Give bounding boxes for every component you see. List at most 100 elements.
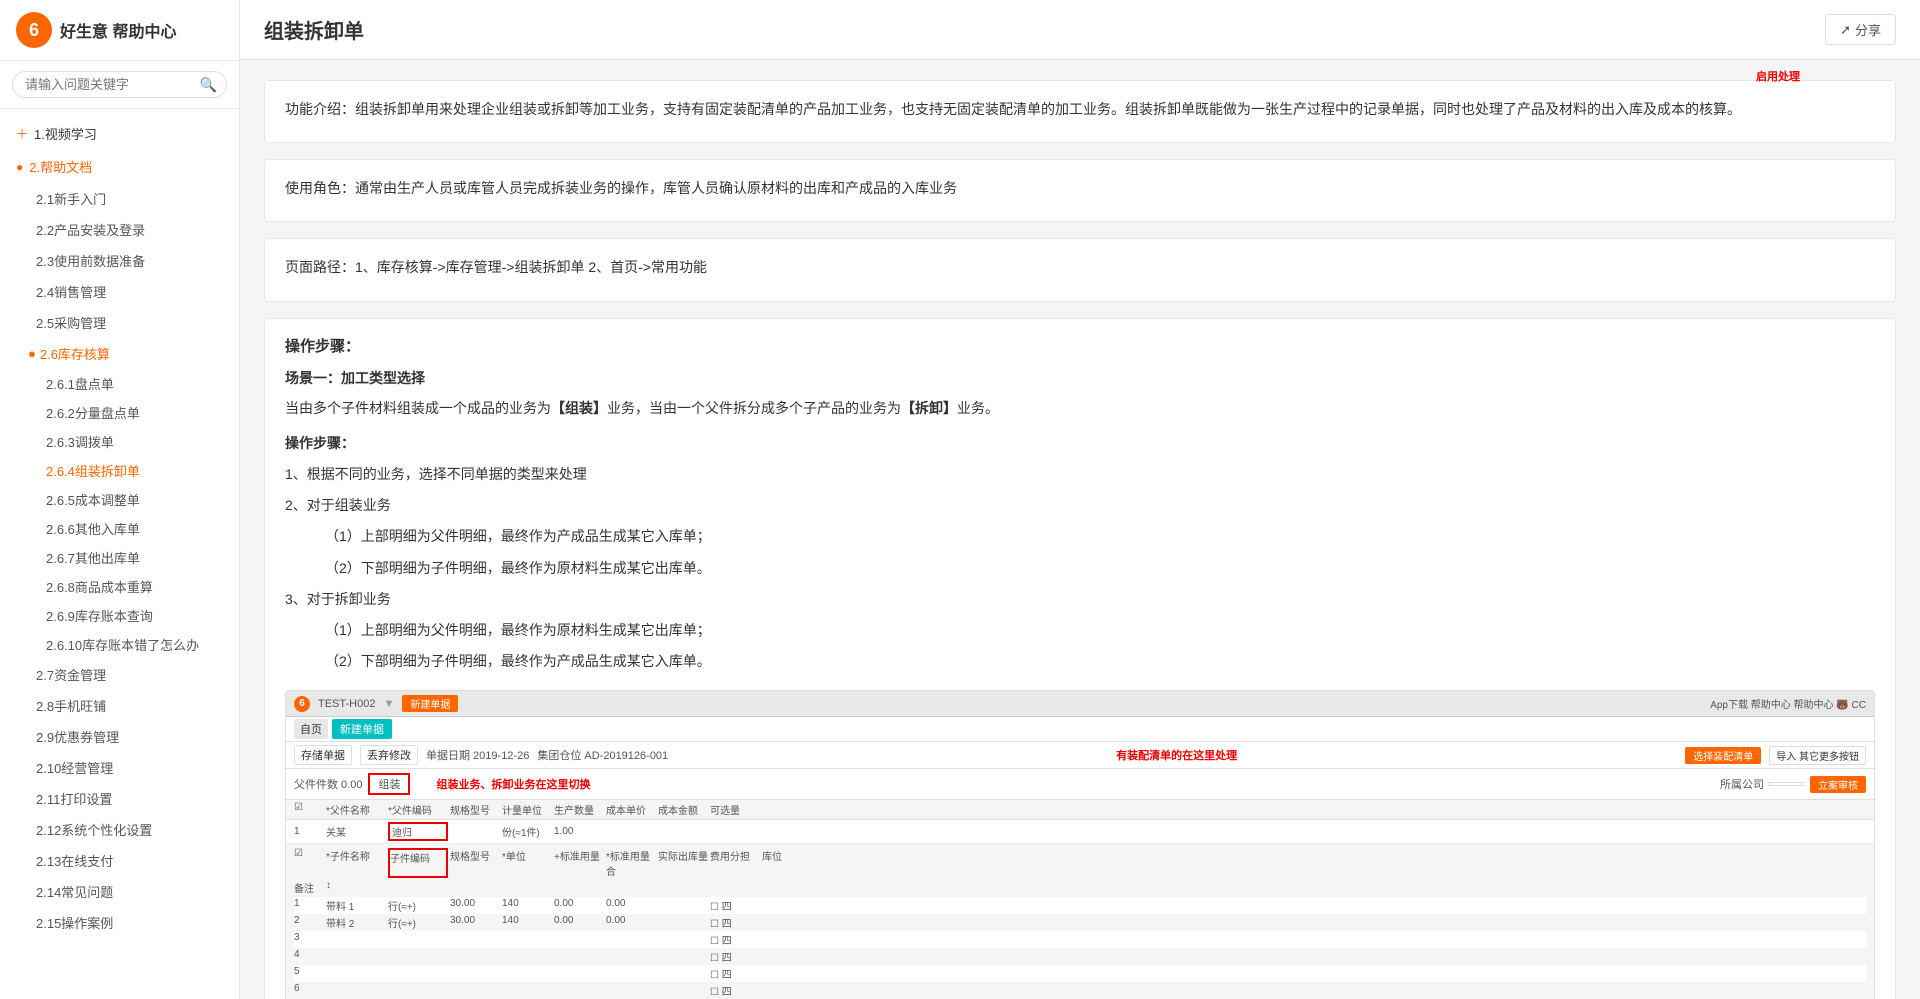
search-input[interactable] <box>12 71 227 98</box>
mock-toolbar-row: 存储单据 丢弃修改 单据日期 2019-12-26 集团仓位 AD-201912… <box>286 742 1874 769</box>
share-button[interactable]: ➚ 分享 <box>1825 14 1896 45</box>
mock-header-red: 子件编码 <box>388 848 448 878</box>
search-area: 🔍 <box>0 61 239 109</box>
sidebar-item-2-6-5[interactable]: 2.6.5成本调整单 <box>0 485 239 514</box>
intro-text-3: 页面路径：1、库存核算->库存管理->组装拆卸单 2、首页->常用功能 <box>285 255 1875 280</box>
sidebar-item-2-6-2[interactable]: 2.6.2分量盘点单 <box>0 398 239 427</box>
main-content: 功能介绍：组装拆卸单用来处理企业组装或拆卸等加工业务，支持有固定装配清单的产品加… <box>240 60 1920 999</box>
mock-lower-row-4: 4 ☐ 四 <box>294 948 1866 965</box>
sidebar-item-2-6-9[interactable]: 2.6.9库存账本查询 <box>0 601 239 630</box>
sidebar-item-2-6-7[interactable]: 2.6.7其他出库单 <box>0 543 239 572</box>
nav-group-1-label: 1.视频学习 <box>34 124 97 143</box>
mock-btn-save: 存储单据 <box>294 745 352 765</box>
steps-title: 操作步骤： <box>285 431 1875 456</box>
mock-top-nav: 自页 新建单据 <box>286 717 1874 742</box>
sidebar-item-2-13[interactable]: 2.13在线支付 <box>0 845 239 876</box>
logo-text: 好生意 帮助中心 <box>60 18 176 42</box>
page-title: 组装拆卸单 <box>264 15 364 44</box>
step-2-1: （1）上部明细为父件明细，最终作为产成品生成某它入库单； <box>285 524 1875 549</box>
sidebar-item-2-14[interactable]: 2.14常见问题 <box>0 876 239 907</box>
mock-annot-2: 组装业务、拆卸业务在这里切换 <box>436 776 590 792</box>
sidebar-item-1[interactable]: ＋ 1.视频学习 <box>0 117 239 150</box>
mock-field-date: 单据日期 2019-12-26 <box>426 747 529 763</box>
mock-type-row: 父件件数 0.00 组装 组装业务、拆卸业务在这里切换 所属公司 立案审核 <box>286 769 1874 800</box>
mock-lower-header: ☑ *子件名称 子件编码 规格型号 *单位 +标准用量 *标准用量合 实际出库量… <box>294 846 1866 897</box>
step-1: 1、根据不同的业务，选择不同单据的类型来处理 <box>285 462 1875 487</box>
nav-sub-group-2-6: ● 2.6库存核算 2.6.1盘点单 2.6.2分量盘点单 2.6.3调拨单 2… <box>0 338 239 659</box>
main-area: 组装拆卸单 ➚ 分享 功能介绍：组装拆卸单用来处理企业组装或拆卸等加工业务，支持… <box>240 0 1920 999</box>
sidebar-nav: ＋ 1.视频学习 ● 2.帮助文档 2.1新手入门 2.2产品安装及登录 2.3… <box>0 109 239 999</box>
mock-annot-1: 有装配清单的在这里处理 <box>676 747 1677 763</box>
sidebar-item-2-6[interactable]: ● 2.6库存核算 <box>0 338 239 369</box>
logo-icon: 6 <box>16 12 52 48</box>
mock-lower-row-6: 6 ☐ 四 <box>294 982 1866 999</box>
sidebar-item-2-6-8[interactable]: 2.6.8商品成本重算 <box>0 572 239 601</box>
mock-lower-row-1: 1 带料 1 行(≈+) 30.00 140 0.00 0.00 ☐ 四 <box>294 897 1866 914</box>
mock-lower-section: ☑ *子件名称 子件编码 规格型号 *单位 +标准用量 *标准用量合 实际出库量… <box>286 844 1874 999</box>
sidebar-item-2[interactable]: ● 2.帮助文档 <box>0 150 239 183</box>
mock-dept-input <box>1768 782 1804 786</box>
minus-icon-2: ● <box>16 160 23 174</box>
sidebar-item-2-6-1[interactable]: 2.6.1盘点单 <box>0 369 239 398</box>
logo-area: 6 好生意 帮助中心 <box>0 0 239 61</box>
mock-new-doc-btn: 新建单据 <box>402 695 458 712</box>
sidebar-item-2-10[interactable]: 2.10经营管理 <box>0 752 239 783</box>
mock-nav-home: 自页 <box>294 719 328 739</box>
main-header: 组装拆卸单 ➚ 分享 <box>240 0 1920 60</box>
sidebar-item-2-4[interactable]: 2.4销售管理 <box>0 276 239 307</box>
mock-btn-more: 导入 其它更多按钮 <box>1769 746 1866 765</box>
sidebar-item-2-6-10[interactable]: 2.6.10库存账本错了怎么办 <box>0 630 239 659</box>
mock-product-code: 迪归 <box>388 822 448 841</box>
screenshot-container: 6 TEST-H002 ▼ 新建单据 App下载 帮助中心 帮助中心 🐻 CC … <box>285 690 1875 999</box>
mock-app-icons: App下载 帮助中心 帮助中心 🐻 CC <box>1710 696 1866 711</box>
step-3-1: （1）上部明细为父件明细，最终作为原材料生成某它出库单； <box>285 618 1875 643</box>
mock-btn-confirm: 立案审核 <box>1810 776 1866 793</box>
search-icon[interactable]: 🔍 <box>200 76 217 93</box>
mock-label-count: 父件件数 0.00 <box>294 776 362 792</box>
intro-block-3: 页面路径：1、库存核算->库存管理->组装拆卸单 2、首页->常用功能 <box>264 238 1896 301</box>
sidebar-item-2-8[interactable]: 2.8手机旺铺 <box>0 690 239 721</box>
mock-upper-table-row: 1 关某 迪归 份(≈1件) 1.00 <box>286 820 1874 844</box>
mock-btn-billing: 选择装配清单 <box>1685 747 1761 764</box>
minus-icon-2-6: ● <box>28 346 36 361</box>
sidebar-item-2-9[interactable]: 2.9优惠券管理 <box>0 721 239 752</box>
step-2-2: （2）下部明细为子件明细，最终作为原材料生成某它出库单。 <box>285 556 1875 581</box>
sidebar-item-2-15[interactable]: 2.15操作案例 <box>0 907 239 938</box>
mock-separator: ▼ <box>383 698 394 710</box>
sidebar-item-2-7[interactable]: 2.7资金管理 <box>0 659 239 690</box>
step-3-2: （2）下部明细为子件明细，最终作为产成品生成某它入库单。 <box>285 649 1875 674</box>
share-icon: ➚ <box>1840 22 1851 38</box>
intro-block-2: 使用角色：通常由生产人员或库管人员完成拆装业务的操作，库管人员确认原材料的出库和… <box>264 159 1896 222</box>
nav-group-2-label: 2.帮助文档 <box>29 157 92 176</box>
mock-lower-row-3: 3 ☐ 四 <box>294 931 1866 948</box>
mock-appid: TEST-H002 <box>318 698 375 710</box>
mock-dept-label: 所属公司 <box>1720 776 1764 792</box>
mock-btn-cancel: 丢弃修改 <box>360 745 418 765</box>
mock-lower-row-5: 5 ☐ 四 <box>294 965 1866 982</box>
sidebar-item-2-1[interactable]: 2.1新手入门 <box>0 183 239 214</box>
sidebar-item-2-3[interactable]: 2.3使用前数据准备 <box>0 245 239 276</box>
share-label: 分享 <box>1855 20 1881 39</box>
sidebar-item-2-2[interactable]: 2.2产品安装及登录 <box>0 214 239 245</box>
nav-sub-sub-2-6: 2.6.1盘点单 2.6.2分量盘点单 2.6.3调拨单 2.6.4组装拆卸单 … <box>0 369 239 659</box>
sidebar-item-2-6-6[interactable]: 2.6.6其他入库单 <box>0 514 239 543</box>
nav-group-1: ＋ 1.视频学习 <box>0 117 239 150</box>
sidebar-item-2-11[interactable]: 2.11打印设置 <box>0 783 239 814</box>
operations-section: 操作步骤： 场景一：加工类型选择 当由多个子件材料组装成一个成品的业务为【组装】… <box>264 318 1896 999</box>
mock-nav-active: 新建单据 <box>332 719 392 739</box>
sidebar: 6 好生意 帮助中心 🔍 ＋ 1.视频学习 ● 2.帮助文档 2.1新手入门 2… <box>0 0 240 999</box>
sidebar-item-2-6-3[interactable]: 2.6.3调拨单 <box>0 427 239 456</box>
intro-text-2: 使用角色：通常由生产人员或库管人员完成拆装业务的操作，库管人员确认原材料的出库和… <box>285 176 1875 201</box>
mock-type-select: 组装 <box>368 773 410 795</box>
step-2: 2、对于组装业务 <box>285 493 1875 518</box>
scene-desc: 当由多个子件材料组装成一个成品的业务为【组装】业务，当由一个父件拆分成多个子产品… <box>285 396 1875 421</box>
sidebar-item-2-6-4[interactable]: 2.6.4组装拆卸单 <box>0 456 239 485</box>
scene-title: 场景一：加工类型选择 <box>285 368 1875 388</box>
operations-title: 操作步骤： <box>285 335 1875 356</box>
nav-group-2: ● 2.帮助文档 2.1新手入门 2.2产品安装及登录 2.3使用前数据准备 2… <box>0 150 239 938</box>
sidebar-item-2-12[interactable]: 2.12系统个性化设置 <box>0 814 239 845</box>
plus-icon-1: ＋ <box>16 125 28 142</box>
mock-upper-table-header: ☑ *父件名称 *父件编码 规格型号 计量单位 生产数量 成本单价 成本金额 可… <box>286 800 1874 820</box>
intro-text-1: 功能介绍：组装拆卸单用来处理企业组装或拆卸等加工业务，支持有固定装配清单的产品加… <box>285 97 1875 122</box>
sidebar-item-2-5[interactable]: 2.5采购管理 <box>0 307 239 338</box>
